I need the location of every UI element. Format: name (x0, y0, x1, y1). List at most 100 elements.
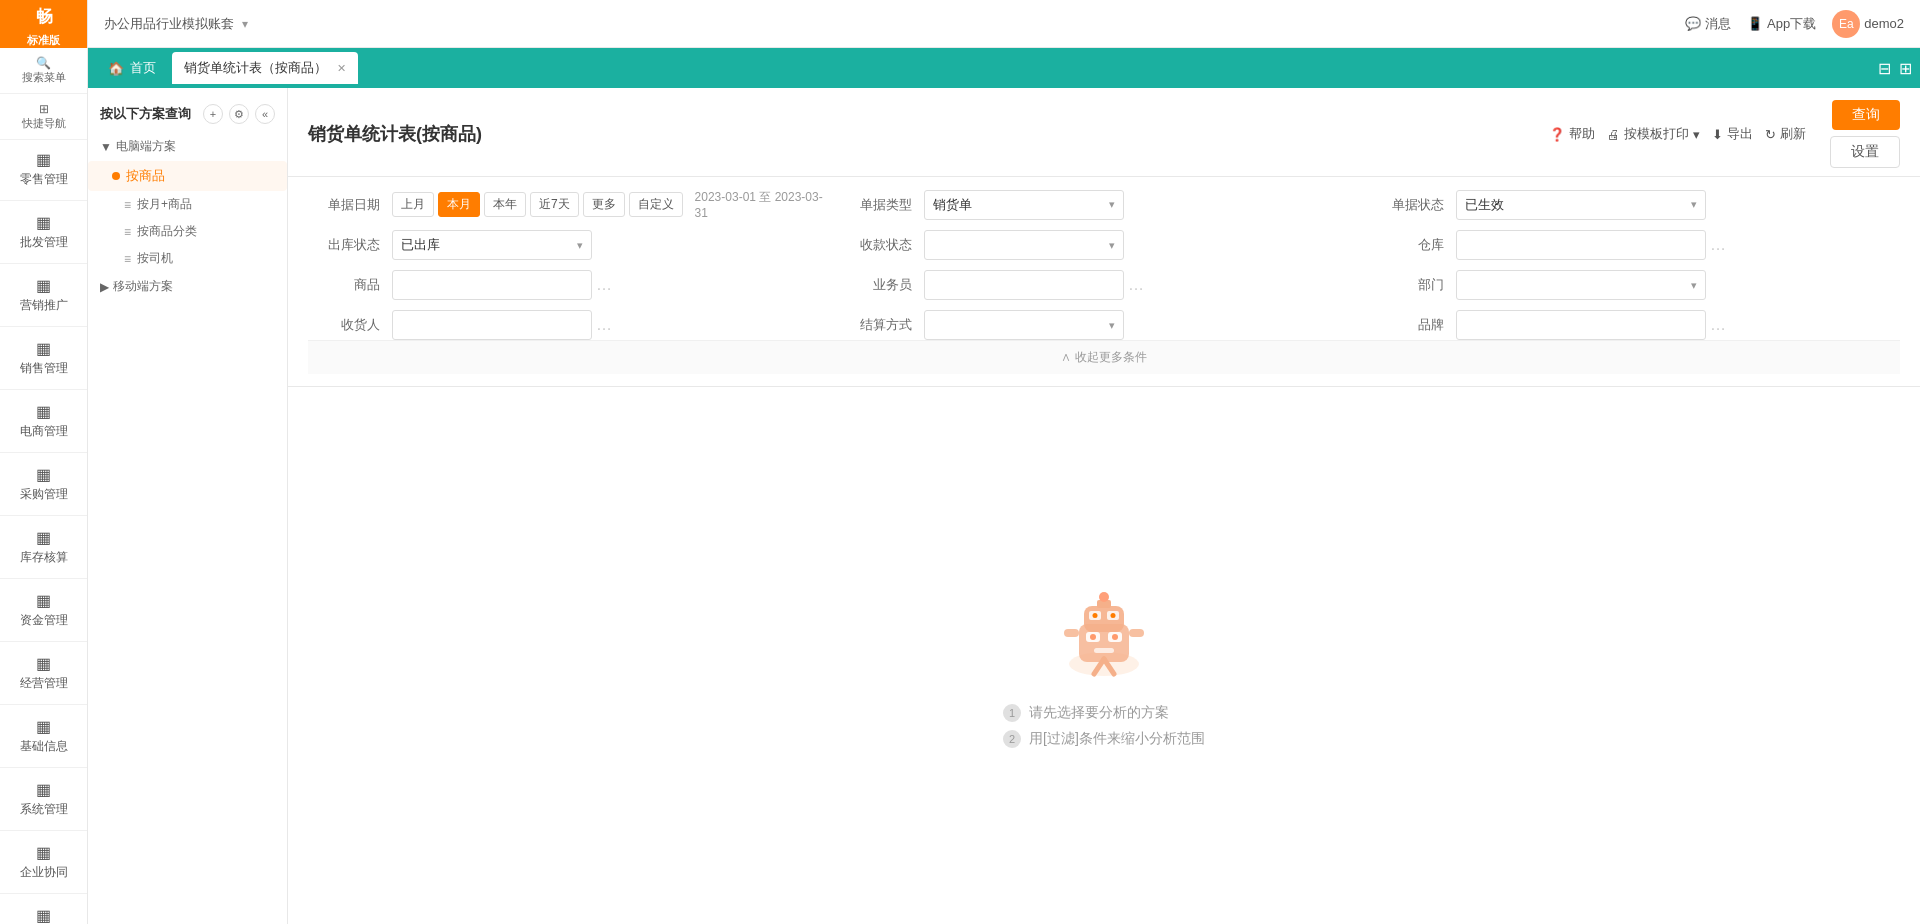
tab-bar: 🏠 首页 销货单统计表（按商品） ✕ ⊟ ⊞ (88, 48, 1920, 88)
print-arrow: ▾ (1693, 127, 1700, 142)
sidebar-logo-subtitle: 标准版 (27, 33, 60, 48)
brand-input[interactable] (1456, 310, 1706, 340)
sidebar-item-电商管理[interactable]: ▦电商管理 (0, 392, 87, 450)
tree-item-by-goods[interactable]: 按商品 (88, 161, 287, 191)
refresh-btn[interactable]: ↻ 刷新 (1765, 125, 1806, 143)
brand-dots[interactable]: … (1710, 316, 1726, 334)
add-scheme-btn[interactable]: + (203, 104, 223, 124)
sidebar-item-资金管理[interactable]: ▦资金管理 (0, 581, 87, 639)
date-this-year[interactable]: 本年 (484, 192, 526, 217)
tab-active[interactable]: 销货单统计表（按商品） ✕ (172, 52, 358, 84)
sidebar-item-基础信息[interactable]: ▦基础信息 (0, 707, 87, 765)
tab-home[interactable]: 🏠 首页 (96, 52, 168, 84)
user-profile-btn[interactable]: Ea demo2 (1832, 10, 1904, 38)
sidebar-icon-10: ▦ (36, 780, 51, 799)
warehouse-dots[interactable]: … (1710, 236, 1726, 254)
pc-section-header[interactable]: ▼ 电脑端方案 (88, 132, 287, 161)
date-custom[interactable]: 自定义 (629, 192, 683, 217)
goods-control: … (392, 270, 836, 300)
empty-tips: 1 请先选择要分析的方案 2 用[过滤]条件来缩小分析范围 (1003, 704, 1205, 748)
query-button[interactable]: 查询 (1832, 100, 1900, 130)
type-select[interactable]: 销货单 ▾ (924, 190, 1124, 220)
sidebar-item-新手引导[interactable]: ▦新手引导 (0, 896, 87, 924)
app-download-btn[interactable]: 📱 App下载 (1747, 15, 1816, 33)
date-last-month[interactable]: 上月 (392, 192, 434, 217)
empty-state: 1 请先选择要分析的方案 2 用[过滤]条件来缩小分析范围 (288, 387, 1920, 924)
svg-point-12 (1093, 613, 1098, 618)
sidebar-item-营销推广[interactable]: ▦营销推广 (0, 266, 87, 324)
sidebar-quick-nav[interactable]: ⊞ 快捷导航 (0, 94, 87, 140)
sidebar-item-批发管理[interactable]: ▦批发管理 (0, 203, 87, 261)
status-dropdown-icon: ▾ (1691, 198, 1697, 211)
help-btn[interactable]: ❓ 帮助 (1549, 125, 1595, 143)
dept-control: ▾ (1456, 270, 1900, 300)
goods-input[interactable] (392, 270, 592, 300)
payment-dropdown-icon: ▾ (1109, 239, 1115, 252)
collapse-filter-btn[interactable]: ∧ 收起更多条件 (308, 340, 1900, 374)
sidebar-item-系统管理[interactable]: ▦系统管理 (0, 770, 87, 828)
date-more[interactable]: 更多 (583, 192, 625, 217)
goods-label: 商品 (308, 276, 388, 294)
sidebar-divider-1 (0, 263, 87, 264)
tip-num-1: 1 (1003, 704, 1021, 722)
mobile-section-header[interactable]: ▶ 移动端方案 (88, 272, 287, 301)
type-control: 销货单 ▾ (924, 190, 1368, 220)
refresh-icon: ↻ (1765, 127, 1776, 142)
receiver-dots[interactable]: … (596, 316, 612, 334)
sidebar-item-企业协同[interactable]: ▦企业协同 (0, 833, 87, 891)
tab-close-icon[interactable]: ✕ (337, 62, 346, 75)
salesperson-label: 业务员 (840, 276, 920, 294)
receiver-control: … (392, 310, 836, 340)
sidebar-icon-0: ▦ (36, 150, 51, 169)
status-value: 已生效 (1465, 196, 1504, 214)
sidebar-icon-4: ▦ (36, 402, 51, 421)
svg-rect-17 (1129, 629, 1144, 637)
tree-item-by-month-goods[interactable]: ≡ 按月+商品 (88, 191, 287, 218)
sidebar-search-menu[interactable]: 🔍 搜索菜单 (0, 48, 87, 94)
maximize-icon[interactable]: ⊞ (1899, 59, 1912, 78)
minimize-icon[interactable]: ⊟ (1878, 59, 1891, 78)
stock-dropdown-icon: ▾ (577, 239, 583, 252)
svg-rect-8 (1094, 648, 1114, 653)
salesperson-dots[interactable]: … (1128, 276, 1144, 294)
filter-area: 单据日期 上月 本月 本年 近7天 更多 自定义 2023-03-01 至 20… (288, 177, 1920, 387)
sidebar-icon-1: ▦ (36, 213, 51, 232)
print-btn[interactable]: 🖨 按模板打印 ▾ (1607, 125, 1700, 143)
sidebar-item-采购管理[interactable]: ▦采购管理 (0, 455, 87, 513)
warehouse-input[interactable] (1456, 230, 1706, 260)
content-area: 按以下方案查询 + ⚙ « ▼ 电脑端方案 按商品 ≡ 按月+商品 ≡ (88, 88, 1920, 924)
collapse-panel-btn[interactable]: « (255, 104, 275, 124)
salesperson-input[interactable] (924, 270, 1124, 300)
sidebar-icon-3: ▦ (36, 339, 51, 358)
status-select[interactable]: 已生效 ▾ (1456, 190, 1706, 220)
payment-select[interactable]: ▾ (924, 230, 1124, 260)
settlement-control: ▾ (924, 310, 1368, 340)
goods-dots[interactable]: … (596, 276, 612, 294)
sidebar-item-库存核算[interactable]: ▦库存核算 (0, 518, 87, 576)
sidebar-item-经营管理[interactable]: ▦经营管理 (0, 644, 87, 702)
stock-select[interactable]: 已出库 ▾ (392, 230, 592, 260)
svg-rect-16 (1064, 629, 1079, 637)
export-btn[interactable]: ⬇ 导出 (1712, 125, 1753, 143)
message-btn[interactable]: 💬 消息 (1685, 15, 1731, 33)
settlement-select[interactable]: ▾ (924, 310, 1124, 340)
settings-button[interactable]: 设置 (1830, 136, 1900, 168)
dept-label: 部门 (1372, 276, 1452, 294)
sidebar-item-零售管理[interactable]: ▦零售管理 (0, 140, 87, 198)
avatar: Ea (1832, 10, 1860, 38)
dept-select[interactable]: ▾ (1456, 270, 1706, 300)
date-7days[interactable]: 近7天 (530, 192, 579, 217)
sidebar-item-销售管理[interactable]: ▦销售管理 (0, 329, 87, 387)
tree-item-by-driver[interactable]: ≡ 按司机 (88, 245, 287, 272)
tab-expand: ⊟ ⊞ (1878, 59, 1912, 78)
tree-item-by-category[interactable]: ≡ 按商品分类 (88, 218, 287, 245)
sidebar-icon-11: ▦ (36, 843, 51, 862)
top-header-left: 办公用品行业模拟账套 ▾ (104, 15, 248, 33)
industry-dropdown[interactable]: ▾ (242, 17, 248, 31)
receiver-input[interactable] (392, 310, 592, 340)
expand-mobile-icon: ▶ (100, 280, 109, 294)
dept-dropdown-icon: ▾ (1691, 279, 1697, 292)
sidebar-divider-11 (0, 893, 87, 894)
date-this-month[interactable]: 本月 (438, 192, 480, 217)
settings-scheme-btn[interactable]: ⚙ (229, 104, 249, 124)
